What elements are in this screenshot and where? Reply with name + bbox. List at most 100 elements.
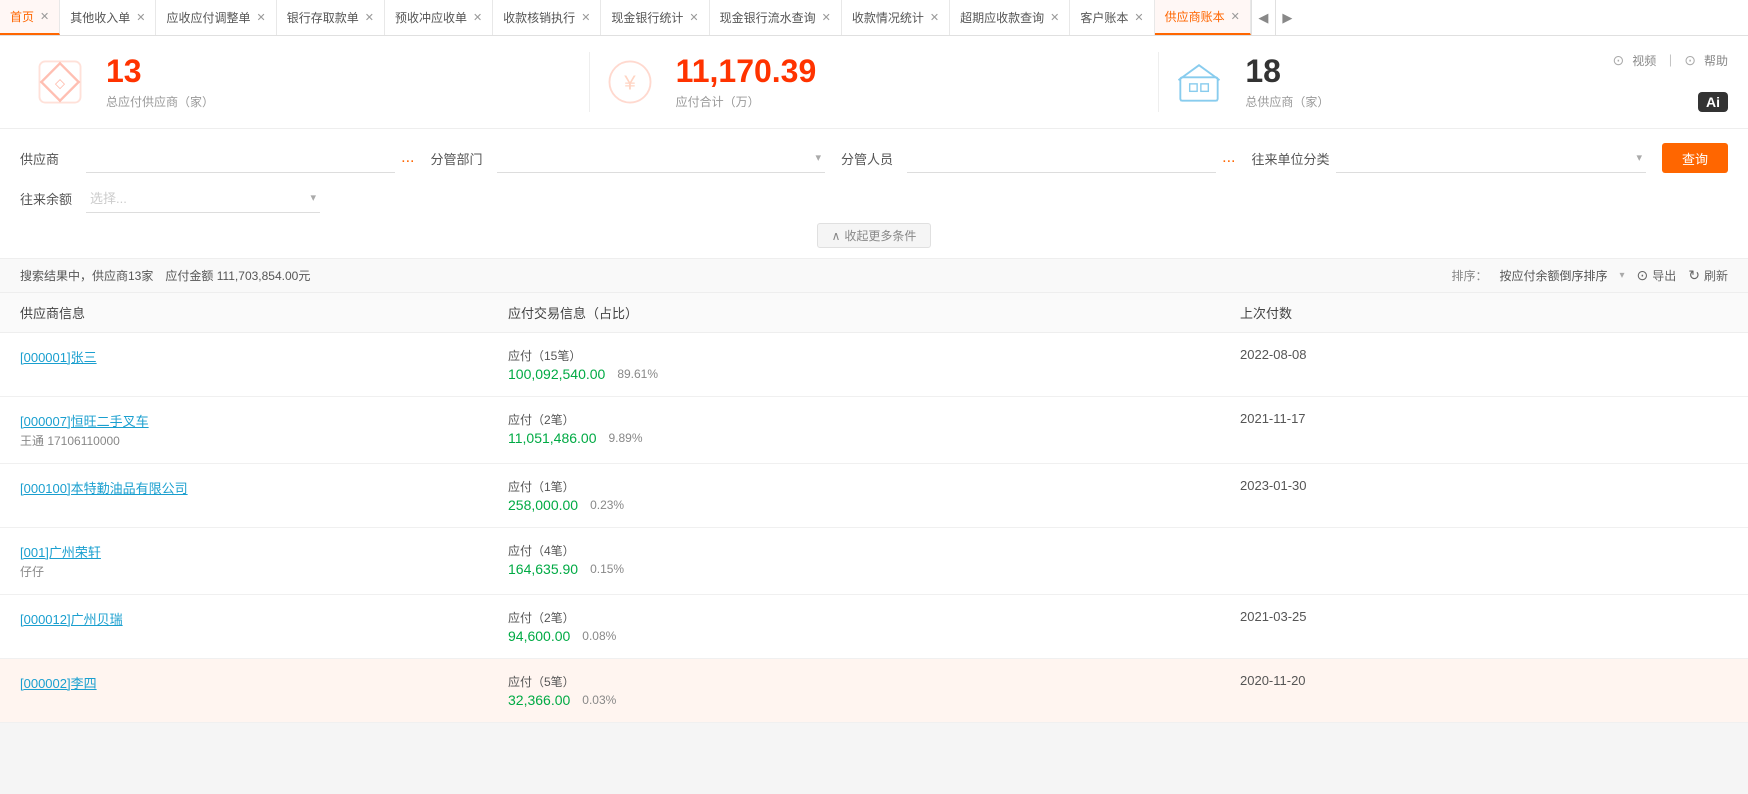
supplier-name-5[interactable]: [000002]李四 bbox=[20, 673, 508, 692]
refresh-button[interactable]: ↻ 刷新 bbox=[1688, 267, 1728, 284]
nav-bar: 首页 ✕ 其他收入单 ✕ 应收应付调整单 ✕ 银行存取款单 ✕ 预收冲应收单 ✕… bbox=[0, 0, 1748, 36]
trans-amount-3[interactable]: 164,635.90 bbox=[508, 561, 578, 577]
help-link[interactable]: 帮助 bbox=[1704, 52, 1728, 69]
nav-tab-receipt-stat[interactable]: 收款情况统计 ✕ bbox=[842, 0, 950, 35]
nav-tab-ar-ap-adjust[interactable]: 应收应付调整单 ✕ bbox=[156, 0, 276, 35]
sort-value[interactable]: 按应付余额倒序排序 bbox=[1499, 267, 1607, 284]
nav-tab-payment-verify-label: 收款核销执行 bbox=[503, 9, 575, 26]
nav-tab-payment-verify[interactable]: 收款核销执行 ✕ bbox=[493, 0, 601, 35]
last-payment-1: 2021-11-17 bbox=[1240, 411, 1728, 426]
filter-category-select[interactable]: ▾ bbox=[1336, 143, 1646, 173]
nav-tab-other-income-close[interactable]: ✕ bbox=[136, 11, 145, 24]
nav-tab-home-label: 首页 bbox=[10, 8, 34, 25]
table-container: 供应商信息 应付交易信息（占比） 上次付数 [000001]张三 应付（15笔）… bbox=[0, 293, 1748, 723]
nav-tab-payment-verify-close[interactable]: ✕ bbox=[581, 11, 590, 24]
supplier-info-0: [000001]张三 bbox=[20, 347, 508, 366]
nav-tab-supplier-book[interactable]: 供应商账本 ✕ bbox=[1155, 0, 1251, 35]
nav-tab-bank-deposit[interactable]: 银行存取款单 ✕ bbox=[277, 0, 385, 35]
summary-right: 排序： 按应付余额倒序排序 ▾ ⊙ 导出 ↻ 刷新 bbox=[1451, 267, 1728, 284]
supplier-name-4[interactable]: [000012]广州贝瑞 bbox=[20, 609, 508, 628]
table-row: [000002]李四 应付（5笔） 32,366.00 0.03% 2020-1… bbox=[0, 659, 1748, 723]
trans-type-4: 应付（2笔） bbox=[508, 609, 1240, 626]
stat-total-suppliers-info: 18 总供应商（家） bbox=[1245, 54, 1329, 110]
summary-left: 搜索结果中，供应商13家 应付金额 111,703,854.00元 bbox=[20, 267, 310, 284]
nav-tab-receipt-stat-close[interactable]: ✕ bbox=[930, 11, 939, 24]
stat-payable-total: 11,170.39 bbox=[676, 54, 817, 89]
filter-supplier-input[interactable] bbox=[86, 143, 395, 173]
last-payment-0: 2022-08-08 bbox=[1240, 347, 1728, 362]
nav-tab-prepay-offset[interactable]: 预收冲应收单 ✕ bbox=[385, 0, 493, 35]
filter-person-input[interactable] bbox=[907, 143, 1216, 173]
nav-tab-other-income[interactable]: 其他收入单 ✕ bbox=[60, 0, 156, 35]
export-button[interactable]: ⊙ 导出 bbox=[1637, 267, 1677, 284]
trans-amount-4[interactable]: 94,600.00 bbox=[508, 628, 570, 644]
stat-payable-total-label: 应付合计（万） bbox=[676, 93, 817, 110]
payable-total-icon: ¥ bbox=[600, 52, 660, 112]
nav-tab-cash-bank-flow-close[interactable]: ✕ bbox=[822, 11, 831, 24]
supplier-name-3[interactable]: [001]广州荣轩 bbox=[20, 542, 508, 561]
nav-tab-prepay-offset-label: 预收冲应收单 bbox=[395, 9, 467, 26]
transaction-info-5: 应付（5笔） 32,366.00 0.03% bbox=[508, 673, 1240, 708]
nav-left-arrow[interactable]: ◀ bbox=[1251, 0, 1275, 35]
nav-tab-supplier-book-close[interactable]: ✕ bbox=[1231, 10, 1240, 23]
video-link[interactable]: 视频 bbox=[1632, 52, 1656, 69]
ai-button[interactable]: Ai bbox=[1698, 92, 1728, 112]
nav-tab-overdue-ar-close[interactable]: ✕ bbox=[1050, 11, 1059, 24]
stat-payable-total-info: 11,170.39 应付合计（万） bbox=[676, 54, 817, 110]
supplier-name-1[interactable]: [000007]恒旺二手叉车 bbox=[20, 411, 508, 430]
trans-amount-0[interactable]: 100,092,540.00 bbox=[508, 366, 605, 382]
sort-dropdown-arrow: ▾ bbox=[1619, 270, 1624, 281]
nav-tab-overdue-ar[interactable]: 超期应收款查询 ✕ bbox=[950, 0, 1070, 35]
last-payment-5: 2020-11-20 bbox=[1240, 673, 1728, 688]
collapse-button[interactable]: ∧ 收起更多条件 bbox=[817, 223, 932, 248]
filter-dept-label: 分管部门 bbox=[431, 149, 491, 168]
total-suppliers-icon bbox=[1169, 52, 1229, 112]
supplier-name-0[interactable]: [000001]张三 bbox=[20, 347, 508, 366]
filter-balance: 往来余额 选择... ▾ bbox=[20, 183, 320, 213]
trans-row-0: 100,092,540.00 89.61% bbox=[508, 366, 1240, 382]
supplier-info-2: [000100]本特勤油品有限公司 bbox=[20, 478, 508, 497]
filter-row-2: 往来余额 选择... ▾ bbox=[20, 183, 320, 213]
nav-tab-home-close[interactable]: ✕ bbox=[40, 10, 49, 23]
nav-tab-bank-deposit-close[interactable]: ✕ bbox=[365, 11, 374, 24]
transaction-info-3: 应付（4笔） 164,635.90 0.15% bbox=[508, 542, 1240, 577]
nav-tab-cash-bank-stat-close[interactable]: ✕ bbox=[689, 11, 698, 24]
filter-dept-arrow: ▾ bbox=[815, 151, 821, 164]
filter-dept-select[interactable]: ▾ bbox=[497, 143, 826, 173]
help-circle-icon: ⊙ bbox=[1684, 52, 1696, 69]
trans-row-1: 11,051,486.00 9.89% bbox=[508, 430, 1240, 446]
trans-percent-0: 89.61% bbox=[617, 367, 658, 381]
supplier-name-2[interactable]: [000100]本特勤油品有限公司 bbox=[20, 478, 508, 497]
table-row: [000100]本特勤油品有限公司 应付（1笔） 258,000.00 0.23… bbox=[0, 464, 1748, 528]
nav-tab-ar-ap-adjust-close[interactable]: ✕ bbox=[256, 11, 265, 24]
filter-person-ellipsis[interactable]: ... bbox=[1222, 149, 1235, 167]
nav-tab-cash-bank-stat[interactable]: 现金银行统计 ✕ bbox=[601, 0, 709, 35]
trans-amount-1[interactable]: 11,051,486.00 bbox=[508, 430, 597, 446]
nav-right-arrow[interactable]: ▶ bbox=[1275, 0, 1299, 35]
trans-amount-5[interactable]: 32,366.00 bbox=[508, 692, 570, 708]
nav-tab-home[interactable]: 首页 ✕ bbox=[0, 0, 60, 35]
nav-tab-cash-bank-flow[interactable]: 现金银行流水查询 ✕ bbox=[710, 0, 842, 35]
stat-payable-total-block: ¥ 11,170.39 应付合计（万） bbox=[590, 52, 1160, 112]
stats-header: ◇ 13 总应付供应商（家） ¥ 11,170.39 应付合计（万） bbox=[0, 36, 1748, 129]
filter-balance-select[interactable]: 选择... ▾ bbox=[86, 183, 320, 213]
trans-amount-2[interactable]: 258,000.00 bbox=[508, 497, 578, 513]
refresh-label: 刷新 bbox=[1704, 267, 1728, 284]
nav-tab-prepay-offset-close[interactable]: ✕ bbox=[473, 11, 482, 24]
table-header: 供应商信息 应付交易信息（占比） 上次付数 bbox=[0, 293, 1748, 333]
filter-person: 分管人员 ... bbox=[841, 143, 1236, 173]
collapse-icon: ∧ bbox=[832, 229, 841, 243]
stat-payable-info: 13 总应付供应商（家） bbox=[106, 54, 214, 110]
transaction-info-0: 应付（15笔） 100,092,540.00 89.61% bbox=[508, 347, 1240, 382]
nav-tab-customer-book[interactable]: 客户账本 ✕ bbox=[1070, 0, 1154, 35]
stat-supplier-label: 总供应商（家） bbox=[1245, 93, 1329, 110]
filter-balance-text: 选择... bbox=[90, 188, 310, 207]
filter-supplier-ellipsis[interactable]: ... bbox=[401, 149, 414, 167]
trans-type-2: 应付（1笔） bbox=[508, 478, 1240, 495]
nav-tab-customer-book-close[interactable]: ✕ bbox=[1134, 11, 1143, 24]
refresh-icon: ↻ bbox=[1688, 267, 1700, 284]
table-row: [000001]张三 应付（15笔） 100,092,540.00 89.61%… bbox=[0, 333, 1748, 397]
query-button[interactable]: 查询 bbox=[1662, 143, 1728, 173]
svg-text:◇: ◇ bbox=[55, 76, 65, 91]
nav-tab-cash-bank-flow-label: 现金银行流水查询 bbox=[720, 9, 816, 26]
